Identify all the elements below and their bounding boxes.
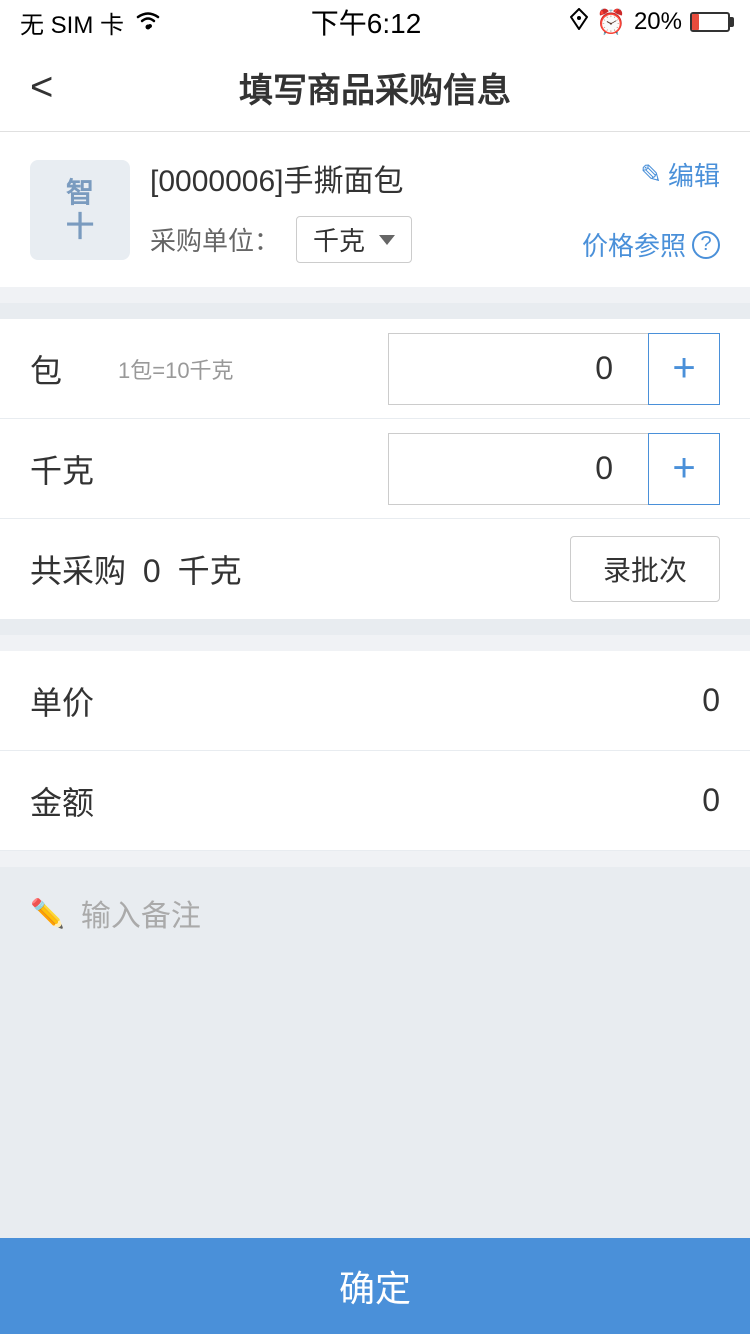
unit-price-label: 单价 <box>30 678 94 724</box>
status-right: ⏰ 20% <box>570 8 730 37</box>
summary-unit: 千克 <box>178 553 242 589</box>
question-icon: ? <box>692 231 720 259</box>
bottom-spacer <box>0 959 750 1259</box>
product-card: 智 十 [0000006]手撕面包 采购单位： 千克 ✎ 编辑 价格参照 ? <box>0 132 750 287</box>
divider-1 <box>0 303 750 319</box>
unit-label: 采购单位： <box>150 221 280 258</box>
bag-input[interactable] <box>388 333 648 405</box>
divider-2 <box>0 619 750 635</box>
unit-select[interactable]: 千克 <box>296 216 412 263</box>
amount-row: 金额 0 <box>0 751 750 851</box>
summary-prefix: 共采购 <box>30 553 126 589</box>
product-name: [0000006]手撕面包 <box>150 156 720 200</box>
summary-text: 共采购 0 千克 <box>30 546 242 592</box>
summary-amount: 0 <box>143 553 161 589</box>
location-icon <box>570 8 588 37</box>
bag-label: 包 <box>30 346 110 392</box>
carrier-text: 无 SIM 卡 <box>20 5 124 40</box>
kg-plus-button[interactable]: + <box>648 433 720 505</box>
unit-value: 千克 <box>313 221 365 258</box>
alarm-icon: ⏰ <box>596 8 626 37</box>
battery-icon <box>690 12 730 32</box>
summary-row: 共采购 0 千克 录批次 <box>0 519 750 619</box>
wifi-icon <box>134 8 162 37</box>
confirm-button[interactable]: 确定 <box>0 1238 750 1334</box>
price-ref-label: 价格参照 <box>582 226 686 263</box>
unit-price-value: 0 <box>702 682 720 719</box>
edit-icon: ✎ <box>640 159 662 190</box>
content: 智 十 [0000006]手撕面包 采购单位： 千克 ✎ 编辑 价格参照 ? <box>0 132 750 1259</box>
bag-sublabel: 1包=10千克 <box>118 353 234 385</box>
bag-input-row: 包 1包=10千克 + <box>0 319 750 419</box>
nav-bar: < 填写商品采购信息 <box>0 44 750 132</box>
input-section: 包 1包=10千克 + 千克 + <box>0 319 750 519</box>
kg-label: 千克 <box>30 446 110 492</box>
amount-value: 0 <box>702 782 720 819</box>
pencil-icon: ✏️ <box>30 897 65 930</box>
status-time: 下午6:12 <box>311 2 422 42</box>
status-bar: 无 SIM 卡 下午6:12 ⏰ 20% <box>0 0 750 44</box>
amount-label: 金额 <box>30 778 94 824</box>
bag-input-right: + <box>388 333 720 405</box>
edit-button[interactable]: ✎ 编辑 <box>640 156 720 193</box>
chevron-down-icon <box>379 235 395 245</box>
logo-line2: 十 <box>66 210 94 244</box>
kg-input-row: 千克 + <box>0 419 750 519</box>
back-button[interactable]: < <box>30 65 53 110</box>
product-image: 智 十 <box>30 160 130 260</box>
price-ref-button[interactable]: 价格参照 ? <box>582 226 720 263</box>
record-button[interactable]: 录批次 <box>570 536 720 602</box>
kg-input-right: + <box>388 433 720 505</box>
bag-plus-button[interactable]: + <box>648 333 720 405</box>
edit-label: 编辑 <box>668 156 720 193</box>
page-title: 填写商品采购信息 <box>239 63 511 112</box>
product-logo: 智 十 <box>66 176 94 243</box>
logo-line1: 智 <box>66 176 94 210</box>
status-left: 无 SIM 卡 <box>20 5 162 40</box>
kg-input[interactable] <box>388 433 648 505</box>
notes-section[interactable]: ✏️ 输入备注 <box>0 867 750 959</box>
price-section: 单价 0 金额 0 <box>0 651 750 851</box>
notes-placeholder: 输入备注 <box>81 891 201 935</box>
unit-price-row: 单价 0 <box>0 651 750 751</box>
battery-percent: 20% <box>634 8 682 36</box>
